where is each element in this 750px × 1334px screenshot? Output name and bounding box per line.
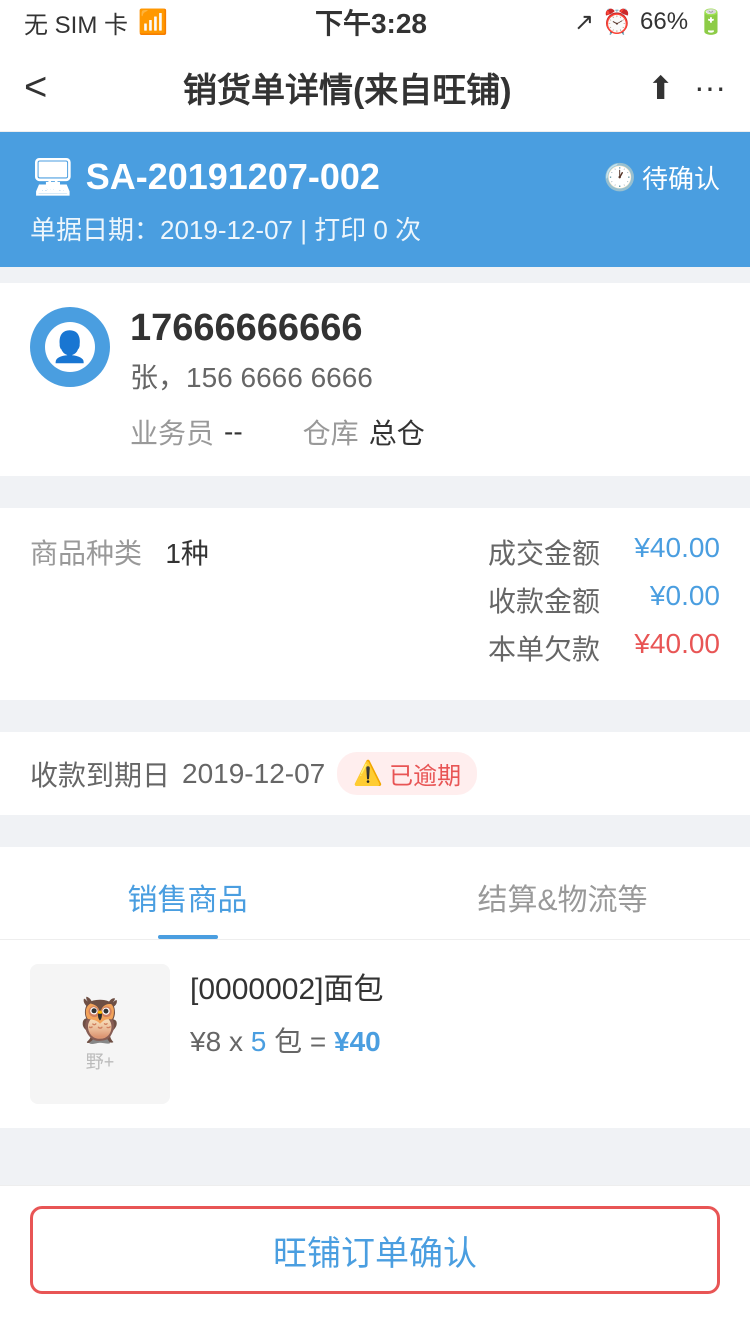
customer-name: 张，156 6666 6666: [130, 356, 720, 396]
product-total: ¥40: [334, 1026, 381, 1057]
tab-sales-products[interactable]: 销售商品: [0, 847, 375, 939]
product-name: [0000002]面包: [190, 964, 720, 1008]
status-right: ↗ ⏰ 66% 🔋: [574, 8, 726, 37]
tab-settlement[interactable]: 结算&物流等: [375, 847, 750, 939]
deal-label: 成交金额: [488, 532, 600, 572]
alarm-icon: ⏰: [602, 8, 632, 37]
sim-label: 无 SIM 卡: [24, 5, 128, 40]
owed-value: ¥40.00: [620, 628, 720, 668]
nav-icons: ⬆ ···: [647, 69, 726, 107]
summary-right: 成交金额 ¥40.00 收款金额 ¥0.00 本单欠款 ¥40.00: [488, 532, 720, 676]
order-icon: 🖥: [30, 156, 76, 198]
price-equals: =: [310, 1026, 334, 1057]
customer-info: 17666666666 张，156 6666 6666 业务员 -- 仓库 总仓: [130, 307, 720, 452]
warehouse-label: 仓库: [303, 412, 359, 452]
status-time: 下午3:28: [315, 2, 427, 42]
status-bar: 无 SIM 卡 📶 下午3:28 ↗ ⏰ 66% 🔋: [0, 0, 750, 44]
battery-icon: 🔋: [696, 8, 726, 37]
clock-icon: 🕐: [604, 162, 636, 193]
location-icon: ↗: [574, 8, 594, 37]
tabs-row: 销售商品 结算&物流等: [0, 847, 750, 940]
salesperson-label: 业务员: [130, 412, 214, 452]
order-status: 🕐 待确认: [604, 159, 720, 196]
product-details: [0000002]面包 ¥8 x 5 包 = ¥40: [190, 964, 720, 1104]
owed-label: 本单欠款: [488, 628, 600, 668]
avatar: 👤: [30, 307, 110, 387]
customer-phone: 17666666666: [130, 307, 720, 350]
product-price: ¥8 x 5 包 = ¥40: [190, 1020, 720, 1060]
overdue-badge: ⚠️ 已逾期: [337, 752, 477, 795]
type-label: 商品种类: [30, 538, 142, 569]
overdue-text: 已逾期: [389, 756, 461, 791]
status-left: 无 SIM 卡 📶: [24, 5, 168, 40]
price-multiply: x: [229, 1026, 251, 1057]
salesperson-info: 业务员 --: [130, 412, 243, 452]
product-qty: 5: [251, 1026, 267, 1057]
type-value: 1种: [165, 538, 209, 569]
confirm-button[interactable]: 旺铺订单确认: [30, 1206, 720, 1294]
order-id: 🖥 SA-20191207-002: [30, 156, 380, 198]
battery-label: 66%: [640, 8, 688, 36]
back-button[interactable]: <: [24, 65, 47, 110]
nav-bar: < 销货单详情(来自旺铺) ⬆ ···: [0, 44, 750, 132]
wifi-icon: 📶: [138, 8, 168, 37]
user-icon: 👤: [45, 322, 95, 372]
summary-section: 商品种类 1种 成交金额 ¥40.00 收款金额 ¥0.00 本单欠款 ¥40.…: [0, 508, 750, 700]
product-logo: 🦉 野+: [73, 994, 128, 1074]
customer-card: 👤 17666666666 张，156 6666 6666 业务员 -- 仓库 …: [0, 283, 750, 476]
warning-icon: ⚠️: [353, 759, 383, 788]
due-label: 收款到期日: [30, 754, 170, 794]
product-unit: 包: [274, 1026, 302, 1057]
salesperson-value: --: [224, 416, 243, 448]
product-thumbnail: 🦉 野+: [30, 964, 170, 1104]
due-date: 2019-12-07: [182, 758, 325, 790]
warehouse-info: 仓库 总仓: [303, 412, 425, 452]
more-icon[interactable]: ···: [694, 69, 726, 106]
due-date-section: 收款到期日 2019-12-07 ⚠️ 已逾期: [0, 732, 750, 815]
product-item: 🦉 野+ [0000002]面包 ¥8 x 5 包 = ¥40: [0, 940, 750, 1128]
order-date: 单据日期：2019-12-07 | 打印 0 次: [30, 210, 720, 247]
payment-value: ¥0.00: [620, 580, 720, 620]
deal-value: ¥40.00: [620, 532, 720, 572]
tabs-section: 销售商品 结算&物流等 🦉 野+ [0000002]面包 ¥8 x 5 包 = …: [0, 847, 750, 1128]
warehouse-value: 总仓: [369, 412, 425, 452]
bottom-bar: 旺铺订单确认: [0, 1185, 750, 1334]
page-title: 销货单详情(来自旺铺): [183, 63, 512, 112]
order-header: 🖥 SA-20191207-002 🕐 待确认 单据日期：2019-12-07 …: [0, 132, 750, 267]
price-value: ¥8: [190, 1026, 221, 1057]
share-icon[interactable]: ⬆: [647, 69, 674, 107]
payment-label: 收款金额: [488, 580, 600, 620]
